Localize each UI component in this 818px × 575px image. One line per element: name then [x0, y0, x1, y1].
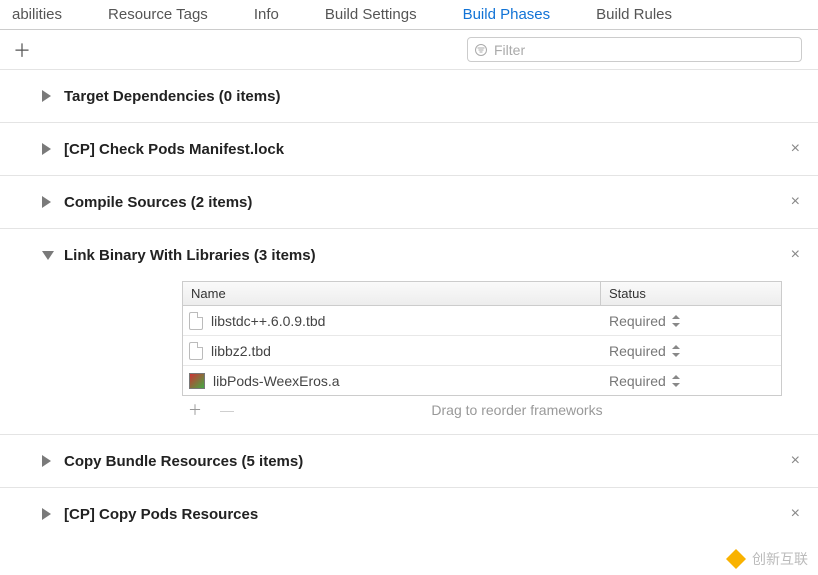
add-library-button[interactable]: ＋ [188, 400, 202, 420]
status-selector[interactable]: Required [601, 373, 781, 389]
updown-icon [670, 375, 680, 387]
editor-tabbar: abilities Resource Tags Info Build Setti… [0, 0, 818, 30]
build-phases-toolbar: ＋ [0, 30, 818, 70]
add-phase-button[interactable]: ＋ [10, 37, 34, 63]
remove-library-button[interactable]: — [220, 402, 234, 418]
file-icon [189, 342, 203, 360]
column-header-status[interactable]: Status [601, 282, 781, 305]
table-footer: ＋ — Drag to reorder frameworks [182, 396, 782, 424]
filter-icon [474, 43, 488, 57]
phase-header-copy-pods[interactable]: [CP] Copy Pods Resources × [0, 488, 818, 540]
filter-field[interactable] [467, 37, 802, 62]
phase-copy-pods-resources: [CP] Copy Pods Resources × [0, 488, 818, 540]
status-selector[interactable]: Required [601, 313, 781, 329]
tab-info[interactable]: Info [248, 2, 285, 27]
phase-header-target-dependencies[interactable]: Target Dependencies (0 items) [0, 70, 818, 122]
remove-phase-button[interactable]: × [787, 448, 804, 474]
library-name: libbz2.tbd [211, 343, 271, 359]
updown-icon [670, 345, 680, 357]
tab-build-rules[interactable]: Build Rules [590, 2, 678, 27]
chevron-right-icon [42, 196, 51, 208]
chevron-down-icon [42, 251, 54, 260]
chevron-right-icon [42, 143, 51, 155]
table-row[interactable]: libstdc++.6.0.9.tbd Required [183, 306, 781, 336]
library-icon [189, 373, 205, 389]
chevron-right-icon [42, 90, 51, 102]
watermark-logo-icon [726, 549, 746, 569]
phase-header-check-pods[interactable]: [CP] Check Pods Manifest.lock × [0, 123, 818, 175]
phase-title: [CP] Copy Pods Resources [64, 506, 258, 523]
tab-resource-tags[interactable]: Resource Tags [102, 2, 214, 27]
table-header: Name Status [183, 282, 781, 306]
table-row[interactable]: libPods-WeexEros.a Required [183, 366, 781, 396]
remove-phase-button[interactable]: × [787, 501, 804, 527]
library-name: libstdc++.6.0.9.tbd [211, 313, 325, 329]
updown-icon [670, 315, 680, 327]
filter-input[interactable] [494, 42, 795, 58]
tab-build-settings[interactable]: Build Settings [319, 2, 423, 27]
chevron-right-icon [42, 455, 51, 467]
phase-title: Target Dependencies (0 items) [64, 88, 280, 105]
libraries-table: Name Status libstdc++.6.0.9.tbd Required… [182, 281, 782, 396]
phase-header-link-binary[interactable]: Link Binary With Libraries (3 items) × [0, 229, 818, 281]
remove-phase-button[interactable]: × [787, 136, 804, 162]
tab-build-phases[interactable]: Build Phases [457, 2, 557, 27]
status-selector[interactable]: Required [601, 343, 781, 359]
column-header-name[interactable]: Name [183, 282, 601, 305]
phase-compile-sources: Compile Sources (2 items) × [0, 176, 818, 229]
watermark-text: 创新互联 [752, 549, 808, 569]
phase-header-copy-bundle[interactable]: Copy Bundle Resources (5 items) × [0, 435, 818, 487]
phase-target-dependencies: Target Dependencies (0 items) [0, 70, 818, 123]
phase-copy-bundle-resources: Copy Bundle Resources (5 items) × [0, 435, 818, 488]
phase-title: Copy Bundle Resources (5 items) [64, 453, 303, 470]
watermark: 创新互联 [726, 549, 808, 569]
phase-title: Link Binary With Libraries (3 items) [64, 247, 316, 264]
phase-check-pods-manifest: [CP] Check Pods Manifest.lock × [0, 123, 818, 176]
remove-phase-button[interactable]: × [787, 189, 804, 215]
file-icon [189, 312, 203, 330]
tab-capabilities[interactable]: abilities [6, 2, 68, 27]
phase-title: Compile Sources (2 items) [64, 194, 252, 211]
remove-phase-button[interactable]: × [787, 242, 804, 268]
library-name: libPods-WeexEros.a [213, 373, 340, 389]
reorder-hint: Drag to reorder frameworks [252, 402, 782, 418]
phase-title: [CP] Check Pods Manifest.lock [64, 141, 284, 158]
table-row[interactable]: libbz2.tbd Required [183, 336, 781, 366]
phase-link-binary: Link Binary With Libraries (3 items) × N… [0, 229, 818, 435]
phase-header-compile-sources[interactable]: Compile Sources (2 items) × [0, 176, 818, 228]
chevron-right-icon [42, 508, 51, 520]
